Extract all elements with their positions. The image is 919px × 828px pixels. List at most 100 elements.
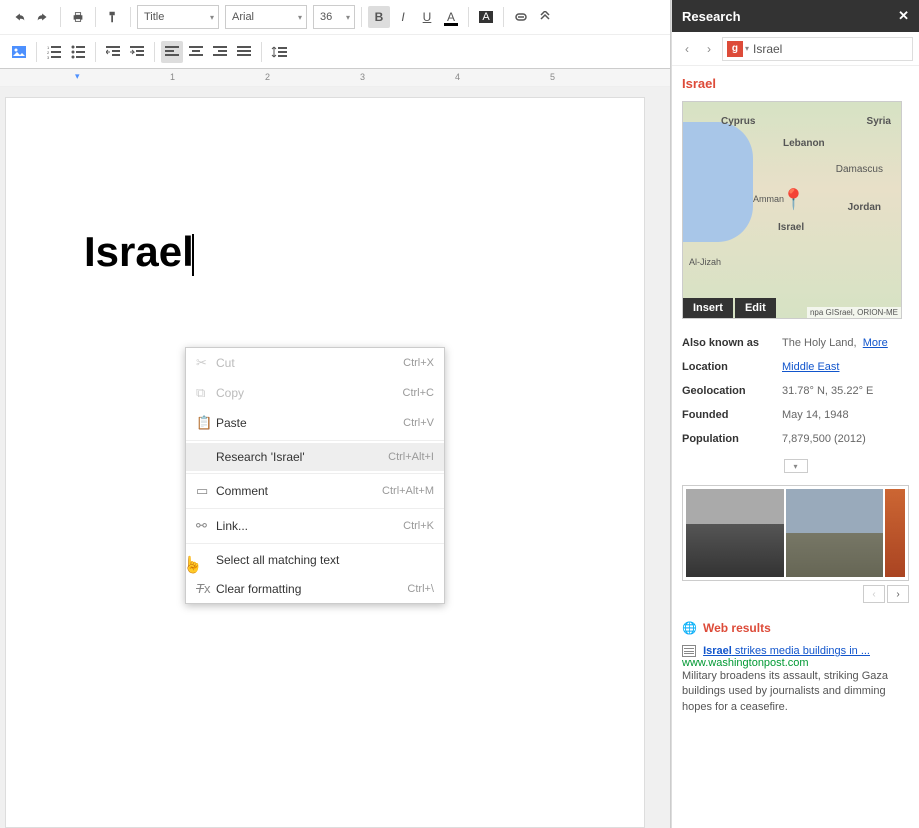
research-close-button[interactable]: ✕ — [898, 8, 909, 24]
link-icon: ⚯ — [196, 518, 216, 534]
text-color-button[interactable]: A — [440, 6, 462, 28]
image-next-button[interactable]: › — [887, 585, 909, 603]
fact-aka-label: Also known as — [682, 337, 782, 349]
ruler-mark: 4 — [455, 72, 460, 82]
research-search-box[interactable]: g ▾ — [722, 37, 913, 61]
text-cursor — [192, 234, 194, 276]
ctx-research[interactable]: ☝ Research 'Israel' Ctrl+Alt+I — [186, 443, 444, 471]
ctx-comment[interactable]: ▭ Comment Ctrl+Alt+M — [186, 476, 444, 506]
research-result-title: Israel — [682, 76, 909, 91]
line-spacing-button[interactable] — [268, 41, 290, 63]
map-label-amman: Amman — [753, 194, 784, 204]
ctx-comment-kbd: Ctrl+Alt+M — [382, 485, 434, 497]
collapse-toolbar-button[interactable] — [534, 6, 556, 28]
globe-icon: 🌐 — [682, 621, 697, 635]
numbered-list-button[interactable]: 123 — [43, 41, 65, 63]
ctx-cut-label: Cut — [216, 356, 403, 370]
research-search-input[interactable] — [753, 42, 908, 56]
research-forward-button[interactable]: › — [700, 38, 718, 60]
ctx-clear-formatting[interactable]: Tx Clear formatting Ctrl+\ — [186, 574, 444, 603]
fact-founded-value: May 14, 1948 — [782, 409, 909, 421]
print-button[interactable] — [67, 6, 89, 28]
ruler-mark: 3 — [360, 72, 365, 82]
research-map[interactable]: Cyprus Syria Lebanon Damascus Amman Jord… — [682, 101, 902, 319]
paragraph-style-select[interactable]: Title — [137, 5, 219, 29]
research-image-strip — [682, 485, 909, 581]
context-menu: ✂ Cut Ctrl+X ⧉ Copy Ctrl+C 📋 Paste Ctrl+… — [185, 347, 445, 604]
map-edit-button[interactable]: Edit — [735, 298, 776, 318]
svg-text:3: 3 — [47, 55, 50, 59]
ctx-link[interactable]: ⚯ Link... Ctrl+K — [186, 511, 444, 541]
ruler: ▾ 1 2 3 4 5 — [0, 69, 670, 87]
research-header: Research ✕ — [672, 0, 919, 32]
research-back-button[interactable]: ‹ — [678, 38, 696, 60]
insert-link-button[interactable] — [510, 6, 532, 28]
document-area: Israel ✂ Cut Ctrl+X ⧉ Copy Ctrl+C 📋 Past… — [0, 87, 670, 828]
fact-population-value: 7,879,500 (2012) — [782, 433, 909, 445]
ctx-clear-kbd: Ctrl+\ — [407, 583, 434, 595]
map-attribution: npa GISrael, ORION-ME — [807, 307, 901, 318]
ctx-research-label: Research 'Israel' — [216, 450, 388, 464]
align-justify-button[interactable] — [233, 41, 255, 63]
ctx-link-kbd: Ctrl+K — [403, 520, 434, 532]
map-insert-button[interactable]: Insert — [683, 298, 733, 318]
map-label-cyprus: Cyprus — [721, 116, 755, 127]
clear-format-icon: Tx — [196, 581, 216, 596]
align-right-button[interactable] — [209, 41, 231, 63]
ctx-copy: ⧉ Copy Ctrl+C — [186, 378, 444, 408]
research-panel: Research ✕ ‹ › g ▾ Israel Cyprus Syria L… — [671, 0, 919, 828]
fact-aka-more-link[interactable]: More — [863, 337, 888, 349]
italic-button[interactable]: I — [392, 6, 414, 28]
fact-founded-label: Founded — [682, 409, 782, 421]
web-results-header: Web results — [703, 621, 771, 635]
ctx-cut: ✂ Cut Ctrl+X — [186, 348, 444, 378]
research-image-thumb[interactable] — [786, 489, 884, 577]
ctx-paste[interactable]: 📋 Paste Ctrl+V — [186, 408, 444, 438]
web-result-title-link[interactable]: Israel strikes media buildings in ... — [703, 645, 870, 657]
google-icon: g — [727, 41, 743, 57]
fact-aka-value: The Holy Land, — [782, 337, 857, 349]
research-nav: ‹ › g ▾ — [672, 32, 919, 66]
indent-button[interactable] — [126, 41, 148, 63]
highlight-color-button[interactable]: A — [475, 6, 497, 28]
ruler-indent-marker[interactable]: ▾ — [75, 71, 80, 82]
redo-button[interactable] — [32, 6, 54, 28]
research-image-thumb[interactable] — [686, 489, 784, 577]
fact-geo-value: 31.78° N, 35.22° E — [782, 385, 909, 397]
ctx-select-matching[interactable]: Select all matching text — [186, 546, 444, 574]
web-result-url: www.washingtonpost.com — [682, 657, 909, 669]
facts-expand-button[interactable]: ▾ — [784, 459, 808, 473]
map-label-jordan: Jordan — [848, 202, 881, 213]
align-left-button[interactable] — [161, 41, 183, 63]
ruler-mark: 2 — [265, 72, 270, 82]
ruler-mark: 5 — [550, 72, 555, 82]
ctx-copy-label: Copy — [216, 386, 403, 400]
underline-button[interactable]: U — [416, 6, 438, 28]
ruler-mark: 1 — [170, 72, 175, 82]
ctx-research-kbd: Ctrl+Alt+I — [388, 451, 434, 463]
research-image-thumb[interactable] — [885, 489, 905, 577]
paint-format-button[interactable] — [102, 6, 124, 28]
bold-button[interactable]: B — [368, 6, 390, 28]
bulleted-list-button[interactable] — [67, 41, 89, 63]
research-facts: Also known as The Holy Land, More Locati… — [682, 331, 909, 473]
undo-button[interactable] — [8, 6, 30, 28]
ctx-comment-label: Comment — [216, 484, 382, 498]
document-title-text[interactable]: Israel — [84, 228, 194, 275]
copy-icon: ⧉ — [196, 385, 216, 401]
research-header-title: Research — [682, 9, 741, 24]
news-icon — [682, 645, 696, 657]
fact-location-link[interactable]: Middle East — [782, 361, 839, 373]
ctx-clear-label: Clear formatting — [216, 582, 407, 596]
insert-image-button[interactable] — [8, 41, 30, 63]
web-results-section: 🌐 Web results Israel strikes media build… — [682, 621, 909, 715]
align-center-button[interactable] — [185, 41, 207, 63]
font-size-select[interactable]: 36 — [313, 5, 355, 29]
toolbar: Title Arial 36 B I U A A 123 — [0, 0, 670, 69]
font-select[interactable]: Arial — [225, 5, 307, 29]
image-prev-button[interactable]: ‹ — [863, 585, 885, 603]
outdent-button[interactable] — [102, 41, 124, 63]
dropdown-icon[interactable]: ▾ — [745, 44, 749, 53]
ctx-paste-kbd: Ctrl+V — [403, 417, 434, 429]
map-label-syria: Syria — [867, 116, 891, 127]
